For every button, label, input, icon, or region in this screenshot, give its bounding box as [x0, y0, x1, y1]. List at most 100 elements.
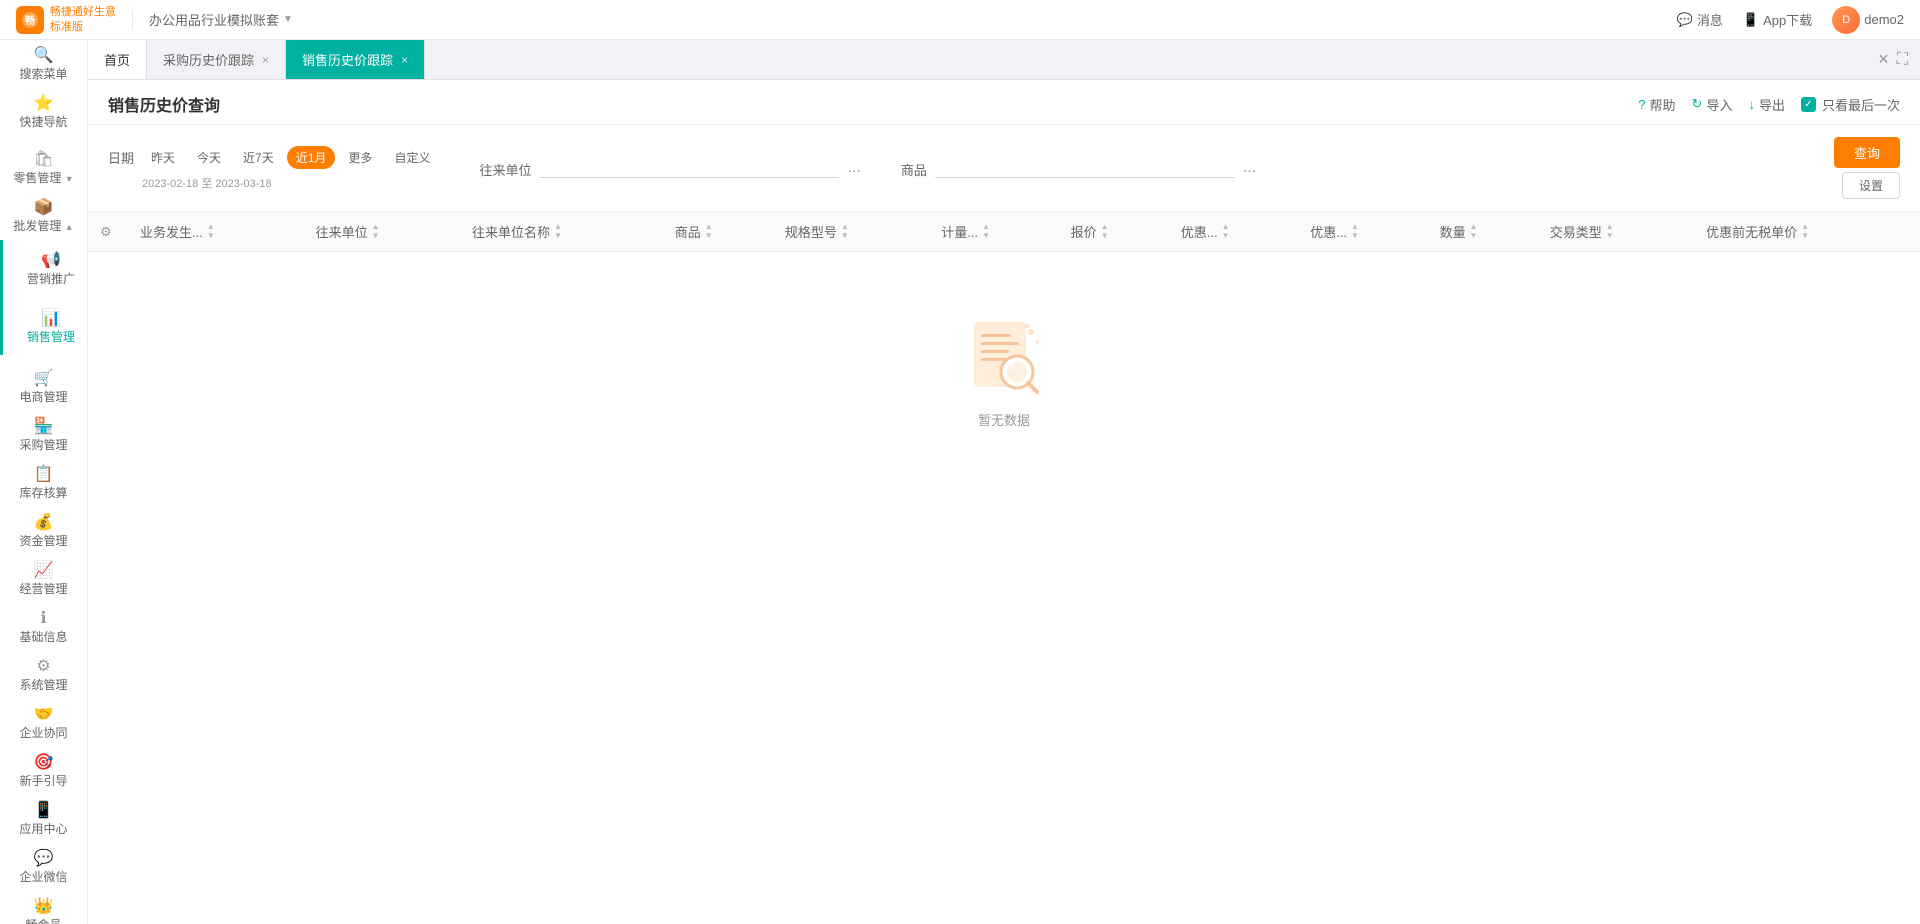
sidebar-item-wholesale[interactable]: 📦 批发管理 ▲ [0, 192, 87, 240]
column-quote: 报价 ▲▼ [1059, 212, 1169, 252]
export-icon: ↓ [1748, 97, 1755, 112]
sort-arrows-partner-code[interactable]: ▲▼ [372, 223, 380, 240]
tab-close-sales[interactable]: × [401, 54, 408, 66]
filter-bar: 日期 昨天 今天 近7天 近1月 更多 自定义 2023-02-18 至 202… [88, 125, 1920, 212]
tab-purchase-history[interactable]: 采购历史价跟踪 × [147, 40, 286, 79]
date-chip-today[interactable]: 今天 [188, 146, 230, 169]
date-chips: 昨天 今天 近7天 近1月 更多 自定义 [142, 146, 439, 169]
sidebar-item-member[interactable]: 👑 畅会员 [0, 891, 87, 924]
sidebar-item-enterprise[interactable]: 🤝 企业协同 [0, 699, 87, 747]
column-discount1: 优惠... ▲▼ [1169, 212, 1298, 252]
sidebar-item-guide[interactable]: 🎯 新手引导 [0, 747, 87, 795]
sort-arrows-discount2[interactable]: ▲▼ [1351, 223, 1359, 240]
search-icon: 🔍 [34, 45, 54, 65]
sidebar-item-basic-info[interactable]: ℹ 基础信息 [0, 603, 87, 651]
column-discount2: 优惠... ▲▼ [1298, 212, 1427, 252]
sales-icon: 📊 [41, 308, 61, 328]
tab-close-all-button[interactable]: × [1878, 49, 1889, 70]
sort-arrows-spec[interactable]: ▲▼ [841, 223, 849, 240]
sort-arrows-discount1[interactable]: ▲▼ [1222, 223, 1230, 240]
page-content: 销售历史价查询 ? 帮助 ↻ 导入 ↓ 导出 ✓ [88, 80, 1920, 924]
import-icon: ↻ [1692, 96, 1703, 112]
workspace-selector[interactable]: 办公用品行业模拟账套 ▼ [149, 10, 293, 29]
sort-arrows-quote[interactable]: ▲▼ [1101, 223, 1109, 240]
guide-icon: 🎯 [34, 752, 54, 772]
logo-icon: 畅 [16, 6, 44, 34]
app-center-icon: 📱 [34, 800, 54, 820]
date-chip-more[interactable]: 更多 [339, 146, 381, 169]
tab-close-purchase[interactable]: × [262, 54, 269, 66]
sidebar-item-system[interactable]: ⚙ 系统管理 [0, 651, 87, 699]
date-chip-last1m[interactable]: 近1月 [287, 146, 336, 169]
column-partner-code: 往来单位 ▲▼ [304, 212, 460, 252]
download-icon: 📱 [1743, 12, 1759, 28]
retail-icon: 🛍 [33, 149, 53, 169]
date-chip-last7[interactable]: 近7天 [234, 146, 283, 169]
only-last-checkbox[interactable]: ✓ 只看最后一次 [1801, 95, 1900, 114]
tab-sales-history[interactable]: 销售历史价跟踪 × [286, 40, 425, 79]
finance-icon: 💰 [34, 512, 54, 532]
date-chip-yesterday[interactable]: 昨天 [142, 146, 184, 169]
sidebar: 🔍 搜索菜单 ⭐ 快捷导航 🛍 零售管理 ▼ 📦 批发管理 ▲ 📢 营销推广 [0, 40, 88, 924]
column-spec: 规格型号 ▲▼ [773, 212, 929, 252]
operations-icon: 📈 [34, 560, 54, 580]
tab-home[interactable]: 首页 [88, 40, 147, 79]
date-filter-label: 日期 [108, 146, 134, 167]
table-container: ⚙ 业务发生... ▲▼ 往来单位 [88, 212, 1920, 924]
import-button[interactable]: ↻ 导入 [1692, 95, 1733, 114]
star-icon: ⭐ [34, 93, 54, 113]
column-partner-name: 往来单位名称 ▲▼ [460, 212, 663, 252]
goods-input-area: ... [935, 158, 1256, 178]
header-left: 畅 畅捷通好生意 标准版 办公用品行业模拟账套 ▼ [16, 5, 293, 34]
sort-arrows-pre-tax-price[interactable]: ▲▼ [1801, 223, 1809, 240]
content-area: 首页 采购历史价跟踪 × 销售历史价跟踪 × × ⛶ 销售历史价查询 [88, 40, 1920, 924]
sort-arrows-trade-type[interactable]: ▲▼ [1606, 223, 1614, 240]
tab-maximize-button[interactable]: ⛶ [1897, 51, 1908, 69]
page-header-actions: ? 帮助 ↻ 导入 ↓ 导出 ✓ 只看最后一次 [1638, 95, 1900, 114]
sidebar-item-quick-nav[interactable]: ⭐ 快捷导航 [0, 88, 87, 136]
sidebar-item-inventory[interactable]: 📋 库存核算 [0, 459, 87, 507]
column-biz-date: 业务发生... ▲▼ [128, 212, 304, 252]
column-pre-tax-price: 优惠前无税单价 ▲▼ [1694, 212, 1920, 252]
export-button[interactable]: ↓ 导出 [1748, 95, 1785, 114]
page-header: 销售历史价查询 ? 帮助 ↻ 导入 ↓ 导出 ✓ [88, 80, 1920, 125]
sidebar-item-wechat[interactable]: 💬 企业微信 [0, 843, 87, 891]
sidebar-item-sales-mgmt[interactable]: 📊 销售管理 [15, 298, 87, 356]
sort-arrows-partner-name[interactable]: ▲▼ [554, 223, 562, 240]
sidebar-item-app-center[interactable]: 📱 应用中心 [0, 795, 87, 843]
sidebar-item-retail[interactable]: 🛍 零售管理 ▼ [0, 144, 87, 192]
sidebar-item-marketing[interactable]: 📢 营销推广 [15, 240, 87, 298]
partner-picker-button[interactable]: ... [847, 159, 860, 177]
sort-arrows-quantity[interactable]: ▲▼ [1470, 223, 1478, 240]
column-unit: 计量... ▲▼ [929, 212, 1058, 252]
ecommerce-icon: 🛒 [34, 368, 54, 388]
date-range-display: 2023-02-18 至 2023-03-18 [142, 175, 439, 191]
sidebar-item-search[interactable]: 🔍 搜索菜单 [0, 40, 87, 88]
member-icon: 👑 [34, 896, 54, 916]
sidebar-item-finance[interactable]: 💰 资金管理 [0, 507, 87, 555]
sidebar-item-ecommerce[interactable]: 🛒 电商管理 [0, 363, 87, 411]
user-menu[interactable]: D demo2 [1832, 6, 1904, 34]
goods-picker-button[interactable]: ... [1243, 159, 1256, 177]
partner-input[interactable] [539, 158, 839, 178]
enterprise-icon: 🤝 [34, 704, 54, 724]
sidebar-item-operations[interactable]: 📈 经营管理 [0, 555, 87, 603]
query-button[interactable]: 查询 [1834, 137, 1900, 168]
date-chip-custom[interactable]: 自定义 [385, 146, 439, 169]
table-settings-icon[interactable]: ⚙ [100, 224, 112, 239]
sort-arrows-unit[interactable]: ▲▼ [982, 223, 990, 240]
sidebar-item-purchase[interactable]: 🏪 采购管理 [0, 411, 87, 459]
goods-input[interactable] [935, 158, 1235, 178]
message-button[interactable]: 💬 消息 [1677, 10, 1723, 29]
sort-arrows-biz-date[interactable]: ▲▼ [207, 223, 215, 240]
sort-arrows-goods[interactable]: ▲▼ [705, 223, 713, 240]
app-download-button[interactable]: 📱 App下载 [1743, 10, 1812, 29]
help-button[interactable]: ? 帮助 [1638, 95, 1675, 114]
column-settings: ⚙ [88, 212, 128, 252]
table-header-row: ⚙ 业务发生... ▲▼ 往来单位 [88, 212, 1920, 252]
top-header: 畅 畅捷通好生意 标准版 办公用品行业模拟账套 ▼ 💬 消息 📱 App下载 D… [0, 0, 1920, 40]
empty-state-text: 暂无数据 [978, 410, 1030, 429]
partner-filter: 往来单位 ... [479, 158, 860, 179]
filter-settings-button[interactable]: 设置 [1842, 172, 1900, 199]
date-filter: 日期 昨天 今天 近7天 近1月 更多 自定义 2023-02-18 至 202… [108, 146, 439, 191]
